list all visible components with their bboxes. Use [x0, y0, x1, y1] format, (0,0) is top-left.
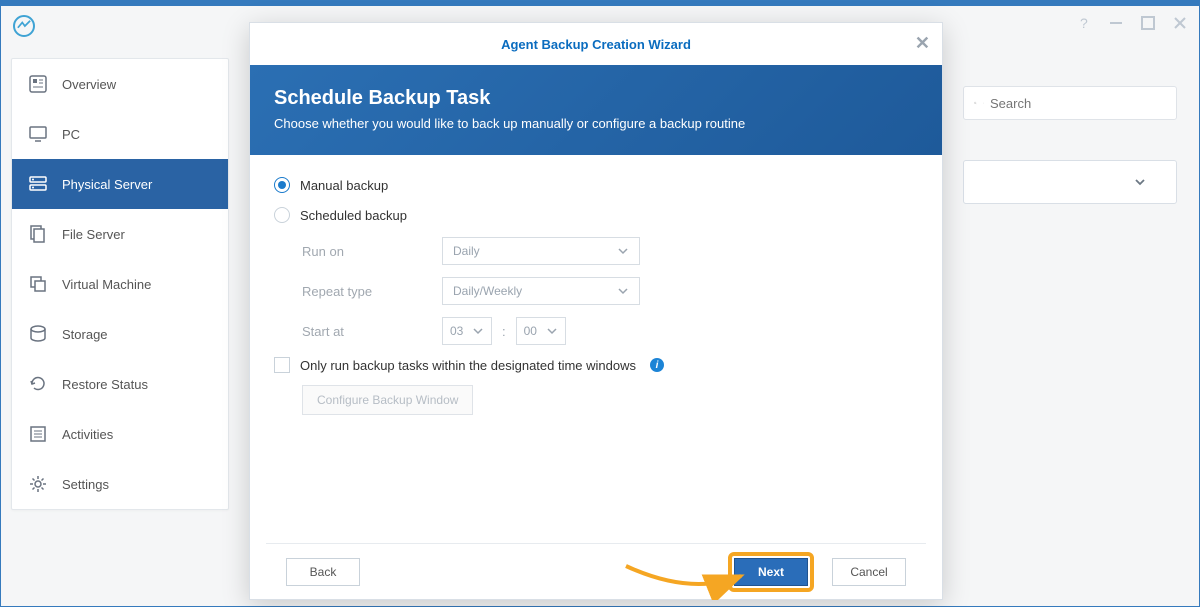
time-window-checkbox-row[interactable]: Only run backup tasks within the designa… [274, 357, 918, 373]
svg-text:?: ? [1080, 15, 1088, 31]
search-input[interactable] [990, 96, 1166, 111]
info-icon[interactable]: i [650, 358, 664, 372]
dialog-close-icon[interactable]: ✕ [915, 33, 930, 54]
overview-icon [28, 74, 48, 94]
repeat-type-label: Repeat type [302, 284, 442, 299]
colon: : [502, 324, 506, 339]
checkbox-label: Only run backup tasks within the designa… [300, 358, 636, 373]
chevron-down-icon [617, 245, 629, 257]
search-icon [974, 96, 977, 110]
sidebar-item-overview[interactable]: Overview [12, 59, 228, 109]
checkbox-icon [274, 357, 290, 373]
vm-icon [28, 274, 48, 294]
help-icon[interactable]: ? [1075, 14, 1093, 32]
sidebar-item-label: Restore Status [62, 377, 148, 392]
restore-icon [28, 374, 48, 394]
sidebar-item-label: PC [62, 127, 80, 142]
configure-backup-window-button[interactable]: Configure Backup Window [302, 385, 473, 415]
start-minute-select[interactable]: 00 [516, 317, 566, 345]
select-value: Daily/Weekly [453, 284, 522, 298]
search-box[interactable] [963, 86, 1177, 120]
server-icon [28, 174, 48, 194]
sidebar-item-activities[interactable]: Activities [12, 409, 228, 459]
window-controls: ? [1075, 14, 1189, 32]
sidebar-item-pc[interactable]: PC [12, 109, 228, 159]
select-value: 00 [524, 324, 537, 338]
sidebar-item-settings[interactable]: Settings [12, 459, 228, 509]
file-server-icon [28, 224, 48, 244]
radio-label: Scheduled backup [300, 208, 407, 223]
app-logo-icon [13, 15, 35, 37]
chevron-down-icon [472, 325, 484, 337]
back-button[interactable]: Back [286, 558, 360, 586]
pc-icon [28, 124, 48, 144]
sidebar-item-file-server[interactable]: File Server [12, 209, 228, 259]
minimize-icon[interactable] [1107, 14, 1125, 32]
dialog-title: Agent Backup Creation Wizard [501, 37, 691, 52]
sidebar-item-label: Activities [62, 427, 113, 442]
dialog-header-title: Schedule Backup Task [274, 87, 918, 110]
dialog-header: Schedule Backup Task Choose whether you … [250, 65, 942, 155]
sidebar-item-label: Storage [62, 327, 108, 342]
wizard-dialog: Agent Backup Creation Wizard ✕ Schedule … [249, 22, 943, 600]
cancel-button[interactable]: Cancel [832, 558, 906, 586]
dialog-header-subtitle: Choose whether you would like to back up… [274, 116, 918, 131]
sidebar: Overview PC Physical Server File Server … [11, 58, 229, 510]
radio-label: Manual backup [300, 178, 388, 193]
sidebar-item-label: File Server [62, 227, 125, 242]
sidebar-item-physical-server[interactable]: Physical Server [12, 159, 228, 209]
run-on-select[interactable]: Daily [442, 237, 640, 265]
expand-panel[interactable] [963, 160, 1177, 204]
run-on-label: Run on [302, 244, 442, 259]
repeat-type-select[interactable]: Daily/Weekly [442, 277, 640, 305]
radio-scheduled-backup[interactable]: Scheduled backup [274, 207, 918, 223]
close-icon[interactable] [1171, 14, 1189, 32]
select-value: 03 [450, 324, 463, 338]
chevron-down-icon[interactable] [983, 97, 984, 109]
chevron-down-icon [1134, 176, 1146, 188]
chevron-down-icon [546, 325, 558, 337]
start-hour-select[interactable]: 03 [442, 317, 492, 345]
next-button[interactable]: Next [734, 558, 808, 586]
right-panel [963, 86, 1177, 204]
radio-manual-backup[interactable]: Manual backup [274, 177, 918, 193]
sidebar-item-storage[interactable]: Storage [12, 309, 228, 359]
dialog-titlebar: Agent Backup Creation Wizard ✕ [250, 23, 942, 65]
dialog-body: Manual backup Scheduled backup Run on Da… [250, 155, 942, 543]
highlight-annotation: Next [728, 552, 814, 592]
activities-icon [28, 424, 48, 444]
schedule-form: Run on Daily Repeat type Daily/Weekly St… [302, 237, 918, 345]
storage-icon [28, 324, 48, 344]
sidebar-item-label: Virtual Machine [62, 277, 151, 292]
maximize-icon[interactable] [1139, 14, 1157, 32]
dialog-footer: Back Next Cancel [266, 543, 926, 599]
sidebar-item-restore-status[interactable]: Restore Status [12, 359, 228, 409]
settings-icon [28, 474, 48, 494]
radio-icon [274, 207, 290, 223]
sidebar-item-label: Overview [62, 77, 116, 92]
select-value: Daily [453, 244, 480, 258]
sidebar-item-label: Settings [62, 477, 109, 492]
start-at-label: Start at [302, 324, 442, 339]
chevron-down-icon [617, 285, 629, 297]
sidebar-item-label: Physical Server [62, 177, 152, 192]
sidebar-item-virtual-machine[interactable]: Virtual Machine [12, 259, 228, 309]
radio-icon [274, 177, 290, 193]
